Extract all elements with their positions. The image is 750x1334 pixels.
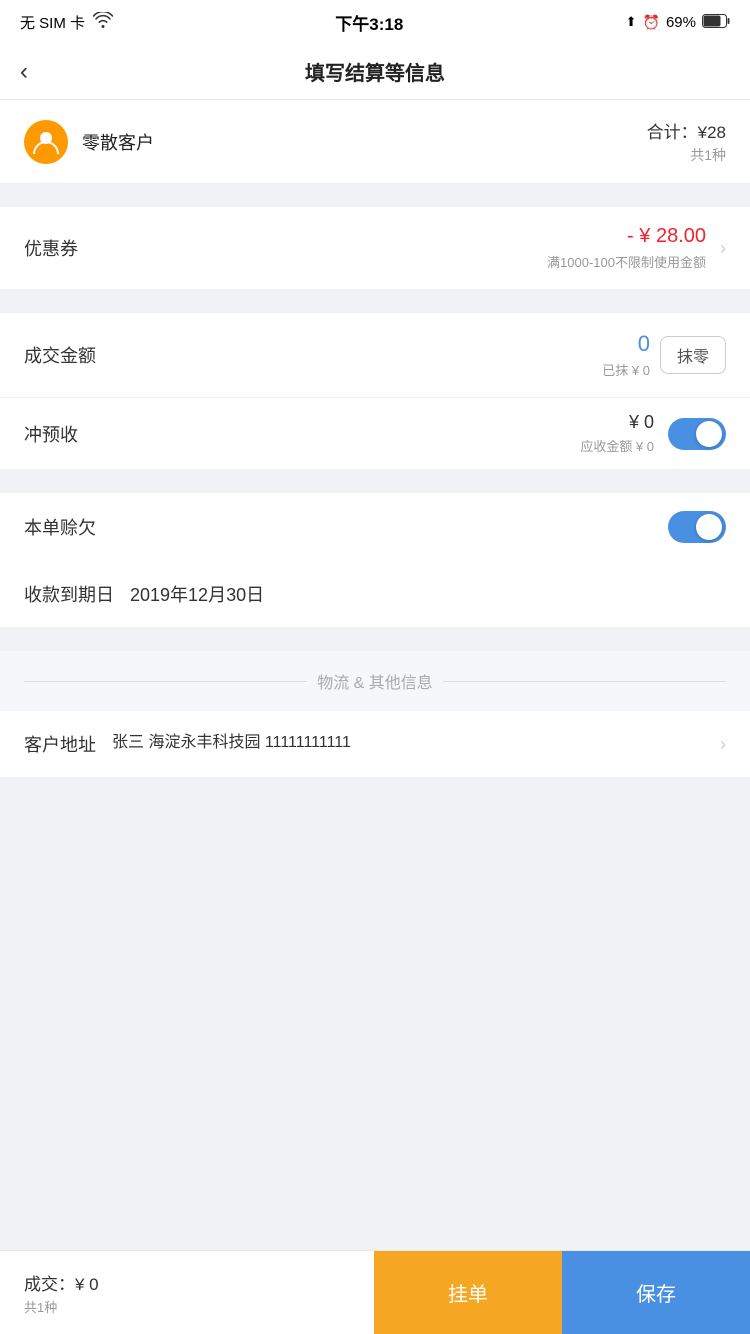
chong-toggle[interactable] xyxy=(668,418,726,450)
deal-amount-row: 成交金额 0 已抹 ¥ 0 抹零 xyxy=(0,313,750,398)
credit-debt-card: 本单赊欠 收款到期日 2019年12月30日 xyxy=(0,493,750,627)
customer-card: 零散客户 合计：¥28 共1种 xyxy=(0,100,750,183)
address-value: 张三 海淀永丰科技园 11111111111 xyxy=(112,731,351,755)
divider-4 xyxy=(0,639,750,651)
bottom-summary: 成交：¥ 0 共1种 xyxy=(0,1270,374,1316)
address-label: 客户地址 xyxy=(24,731,96,757)
deal-amount-label: 成交金额 xyxy=(24,342,96,368)
status-bar: 无 SIM 卡 下午3:18 ⬆ ⏰ 69% xyxy=(0,0,750,44)
hold-button[interactable]: 挂单 xyxy=(374,1251,562,1334)
round-zero-button[interactable]: 抹零 xyxy=(660,336,726,374)
divider-1 xyxy=(0,195,750,207)
total-amount: 合计：¥28 xyxy=(647,118,726,143)
customer-total: 合计：¥28 共1种 xyxy=(647,118,726,165)
amount-input-area: 0 已抹 ¥ 0 xyxy=(602,331,650,379)
coupon-chevron-icon: › xyxy=(720,238,726,259)
credit-debt-label: 本单赊欠 xyxy=(24,514,96,540)
coupon-value-area: - ¥ 28.00 满1000-100不限制使用金额 › xyxy=(547,225,726,271)
address-row[interactable]: 客户地址 张三 海淀永丰科技园 11111111111 › xyxy=(0,711,750,777)
status-left: 无 SIM 卡 xyxy=(20,12,113,33)
logistics-line-left xyxy=(24,681,307,682)
bottom-deal-value: ¥ 0 xyxy=(75,1275,99,1294)
credit-debt-toggle[interactable] xyxy=(668,511,726,543)
back-button[interactable]: ‹ xyxy=(20,58,28,86)
address-card[interactable]: 客户地址 张三 海淀永丰科技园 11111111111 › xyxy=(0,711,750,777)
chong-right: ¥ 0 应收金额 ¥ 0 xyxy=(580,412,726,455)
blank-area xyxy=(0,789,750,989)
no-sim-text: 无 SIM 卡 xyxy=(20,12,85,33)
wifi-icon xyxy=(93,12,113,32)
main-content: 零散客户 合计：¥28 共1种 优惠券 - ¥ 28.00 满1000-100不… xyxy=(0,100,750,1079)
customer-left: 零散客户 xyxy=(24,120,154,164)
logistics-label: 物流 & 其他信息 xyxy=(317,669,433,693)
bottom-deal-text: 成交：¥ 0 xyxy=(24,1270,350,1295)
address-chevron-icon: › xyxy=(720,734,726,755)
chong-amount: ¥ 0 xyxy=(580,412,654,433)
credit-debt-row: 本单赊欠 xyxy=(0,493,750,561)
amount-card: 成交金额 0 已抹 ¥ 0 抹零 冲预收 ¥ 0 应收金额 ¥ 0 xyxy=(0,313,750,469)
nav-bar: ‹ 填写结算等信息 xyxy=(0,44,750,100)
credit-debt-toggle-knob xyxy=(696,514,722,540)
chong-pre-receive-row: 冲预收 ¥ 0 应收金额 ¥ 0 xyxy=(0,398,750,469)
save-button[interactable]: 保存 xyxy=(562,1251,750,1334)
coupon-row[interactable]: 优惠券 - ¥ 28.00 满1000-100不限制使用金额 › xyxy=(0,207,750,289)
alarm-icon: ⏰ xyxy=(643,14,660,31)
due-date-label: 收款到期日 xyxy=(24,581,114,607)
status-time: 下午3:18 xyxy=(335,10,403,35)
bottom-count: 共1种 xyxy=(24,1297,350,1316)
customer-avatar xyxy=(24,120,68,164)
chong-sub: 应收金额 ¥ 0 xyxy=(580,436,654,455)
bottom-bar: 成交：¥ 0 共1种 挂单 保存 xyxy=(0,1250,750,1334)
divider-3 xyxy=(0,481,750,493)
chong-toggle-knob xyxy=(696,421,722,447)
coupon-right-col: - ¥ 28.00 满1000-100不限制使用金额 xyxy=(547,225,706,271)
chong-value-col: ¥ 0 应收金额 ¥ 0 xyxy=(580,412,654,455)
deal-amount-value-area: 0 已抹 ¥ 0 抹零 xyxy=(602,331,726,379)
amount-sub: 已抹 ¥ 0 xyxy=(602,360,650,379)
divider-2 xyxy=(0,301,750,313)
battery-icon xyxy=(702,14,730,31)
coupon-card[interactable]: 优惠券 - ¥ 28.00 满1000-100不限制使用金额 › xyxy=(0,207,750,289)
amount-number[interactable]: 0 xyxy=(602,331,650,357)
address-left: 客户地址 张三 海淀永丰科技园 11111111111 xyxy=(24,731,351,757)
coupon-label: 优惠券 xyxy=(24,235,78,261)
coupon-value: - ¥ 28.00 xyxy=(547,225,706,248)
location-icon: ⬆ xyxy=(626,14,637,30)
logistics-section-header: 物流 & 其他信息 xyxy=(0,651,750,711)
total-count: 共1种 xyxy=(647,145,726,165)
due-date-value: 2019年12月30日 xyxy=(130,581,264,607)
coupon-desc: 满1000-100不限制使用金额 xyxy=(547,252,706,271)
customer-name: 零散客户 xyxy=(82,129,154,155)
due-date-row: 收款到期日 2019年12月30日 xyxy=(0,561,750,627)
status-right: ⬆ ⏰ 69% xyxy=(626,14,730,31)
chong-label: 冲预收 xyxy=(24,421,78,447)
bottom-deal-label: 成交： xyxy=(24,1275,75,1294)
page-title: 填写结算等信息 xyxy=(305,57,445,86)
logistics-line-right xyxy=(443,681,726,682)
customer-row: 零散客户 合计：¥28 共1种 xyxy=(0,100,750,183)
battery-text: 69% xyxy=(666,14,696,31)
